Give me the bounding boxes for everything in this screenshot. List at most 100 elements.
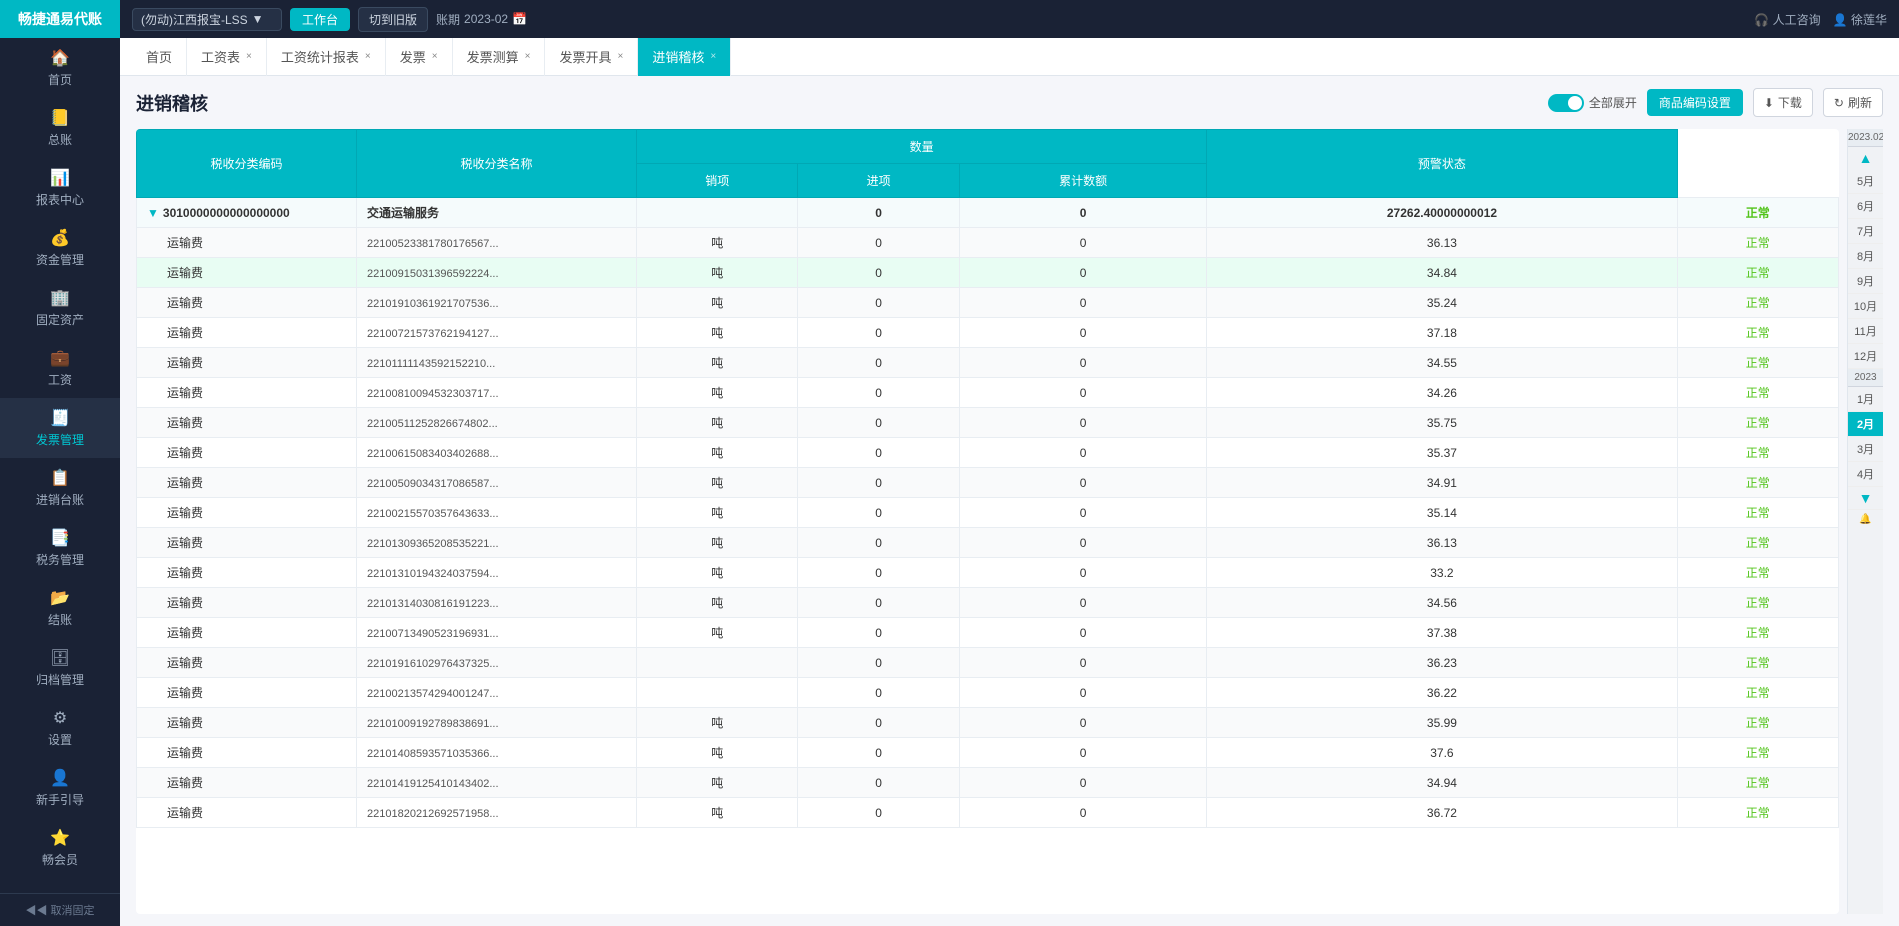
sidebar-item-settle[interactable]: 📂 结账: [0, 578, 120, 638]
table-row[interactable]: 运输费22101314030816191223...吨0034.56正常: [137, 588, 1839, 618]
sidebar-item-report[interactable]: 📊 报表中心: [0, 158, 120, 218]
cal-month-3[interactable]: 3月: [1848, 437, 1883, 462]
tab-invoice-check[interactable]: 发票测算 ×: [453, 38, 546, 76]
cal-up-nav[interactable]: ▲: [1848, 147, 1883, 169]
cal-month-8[interactable]: 8月: [1848, 244, 1883, 269]
cal-month-1[interactable]: 1月: [1848, 387, 1883, 412]
refresh-button[interactable]: ↻ 刷新: [1823, 88, 1883, 117]
table-row[interactable]: 运输费22101009192789838691...吨0035.99正常: [137, 708, 1839, 738]
cal-down-nav[interactable]: ▼: [1848, 487, 1883, 509]
cell-sales: 0: [798, 678, 959, 708]
table-row[interactable]: 运输费22101916102976437325...0036.23正常: [137, 648, 1839, 678]
tab-close-salary-table[interactable]: ×: [246, 51, 252, 62]
table-row[interactable]: 运输费22100509034317086587...吨0034.91正常: [137, 468, 1839, 498]
sidebar-unpin-button[interactable]: ◀◀ 取消固定: [0, 893, 120, 926]
sidebar-item-settings[interactable]: ⚙ 设置: [0, 698, 120, 758]
topbar-left: (勿动)江西报宝-LSS ▼ 工作台 切到旧版 账期 2023-02 📅: [132, 7, 527, 32]
sidebar-item-tax[interactable]: 📑 税务管理: [0, 518, 120, 578]
sidebar-item-label: 税务管理: [36, 551, 84, 568]
expand-toggle[interactable]: [1548, 94, 1584, 112]
workbench-button[interactable]: 工作台: [290, 8, 350, 31]
table-row[interactable]: 运输费22101820212692571958...吨0036.72正常: [137, 798, 1839, 828]
cell-sales: 0: [798, 438, 959, 468]
table-row[interactable]: 运输费22101419125410143402...吨0034.94正常: [137, 768, 1839, 798]
table-row[interactable]: 运输费22101910361921707536...吨0035.24正常: [137, 288, 1839, 318]
cell-unit: [637, 678, 798, 708]
cell-sales: 0: [798, 468, 959, 498]
cal-month-7[interactable]: 7月: [1848, 219, 1883, 244]
table-row[interactable]: 运输费22100615083403402688...吨0035.37正常: [137, 438, 1839, 468]
tab-close-invoice-mgr[interactable]: ×: [432, 51, 438, 62]
sidebar-item-guide[interactable]: 👤 新手引导: [0, 758, 120, 818]
cal-month-11[interactable]: 11月: [1848, 319, 1883, 344]
invoice-icon: 🧾: [50, 408, 70, 428]
cell-tax-name: 22101408593571035366...: [357, 738, 637, 768]
cell-tax-name: 22101910361921707536...: [357, 288, 637, 318]
cal-month-5[interactable]: 5月: [1848, 169, 1883, 194]
table-row[interactable]: 运输费22100511252826674802...吨0035.75正常: [137, 408, 1839, 438]
cell-tax-code: 运输费: [137, 378, 357, 408]
download-button[interactable]: ⬇ 下载: [1753, 88, 1813, 117]
company-selector[interactable]: (勿动)江西报宝-LSS ▼: [132, 8, 282, 31]
switch-version-button[interactable]: 切到旧版: [358, 7, 428, 32]
tab-invoice-mgr[interactable]: 发票 ×: [386, 38, 453, 76]
table-row[interactable]: 运输费22100810094532303717...吨0034.26正常: [137, 378, 1839, 408]
sidebar-item-fund[interactable]: 💰 资金管理: [0, 218, 120, 278]
table-row[interactable]: 运输费22100713490523196931...吨0037.38正常: [137, 618, 1839, 648]
commodity-settings-button[interactable]: 商品编码设置: [1647, 89, 1743, 116]
sidebar-item-archive[interactable]: 🗄 归档管理: [0, 638, 120, 698]
cell-cumulative: 35.24: [1207, 288, 1677, 318]
sidebar-item-home[interactable]: 🏠 首页: [0, 38, 120, 98]
tab-close-sales-check[interactable]: ×: [710, 51, 716, 62]
cell-cumulative: 37.6: [1207, 738, 1677, 768]
member-icon: ⭐: [50, 828, 70, 848]
sidebar-item-salary[interactable]: 💼 工资: [0, 338, 120, 398]
sidebar-item-member[interactable]: ⭐ 畅会员: [0, 818, 120, 878]
table-row[interactable]: 运输费22100915031396592224...吨0034.84正常: [137, 258, 1839, 288]
table-row[interactable]: 运输费22101309365208535221...吨0036.13正常: [137, 528, 1839, 558]
tab-home[interactable]: 首页: [132, 38, 187, 76]
cal-month-10[interactable]: 10月: [1848, 294, 1883, 319]
tab-sales-check-label: 进销稽核: [652, 47, 704, 66]
cal-month-4[interactable]: 4月: [1848, 462, 1883, 487]
expand-label: 全部展开: [1589, 94, 1637, 111]
user-info[interactable]: 👤 徐莲华: [1833, 11, 1887, 28]
tab-close-invoice-check[interactable]: ×: [525, 51, 531, 62]
table-row[interactable]: 运输费22101111143592152210...吨0034.55正常: [137, 348, 1839, 378]
table-row[interactable]: ▼3010000000000000000交通运输服务0027262.400000…: [137, 198, 1839, 228]
sidebar-item-label: 报表中心: [36, 191, 84, 208]
sidebar-item-sales[interactable]: 📋 进销台账: [0, 458, 120, 518]
app-logo: 畅捷通易代账: [0, 0, 120, 38]
cell-cumulative: 37.18: [1207, 318, 1677, 348]
table-row[interactable]: 运输费22100523381780176567...吨0036.13正常: [137, 228, 1839, 258]
sidebar-item-ledger[interactable]: 📒 总账: [0, 98, 120, 158]
topbar: (勿动)江西报宝-LSS ▼ 工作台 切到旧版 账期 2023-02 📅 🎧 人…: [120, 0, 1899, 38]
table-row[interactable]: 运输费22101408593571035366...吨0037.6正常: [137, 738, 1839, 768]
cal-month-2[interactable]: 2月: [1848, 412, 1883, 437]
sidebar-item-invoice[interactable]: 🧾 发票管理: [0, 398, 120, 458]
table-row[interactable]: 运输费22100215570357643633...吨0035.14正常: [137, 498, 1839, 528]
report-icon: 📊: [50, 168, 70, 188]
cal-month-9[interactable]: 9月: [1848, 269, 1883, 294]
table-row[interactable]: 运输费22100721573762194127...吨0037.18正常: [137, 318, 1839, 348]
tab-invoice-open[interactable]: 发票开具 ×: [545, 38, 638, 76]
cell-tax-code: 运输费: [137, 558, 357, 588]
tab-close-salary-stat[interactable]: ×: [365, 51, 371, 62]
support-button[interactable]: 🎧 人工咨询: [1754, 11, 1820, 28]
cell-sales: 0: [798, 648, 959, 678]
data-table: 税收分类编码 税收分类名称 数量 预警状态 销项 进项 累计数额 ▼301000…: [136, 129, 1839, 828]
company-label: (勿动)江西报宝-LSS: [141, 11, 248, 28]
tab-close-invoice-open[interactable]: ×: [617, 51, 623, 62]
calendar-icon[interactable]: 📅: [512, 12, 527, 26]
cal-month-12[interactable]: 12月: [1848, 344, 1883, 369]
tab-sales-check[interactable]: 进销稽核 ×: [638, 38, 731, 76]
sidebar-item-asset[interactable]: 🏢 固定资产: [0, 278, 120, 338]
cell-tax-name: 22101820212692571958...: [357, 798, 637, 828]
cal-month-6[interactable]: 6月: [1848, 194, 1883, 219]
table-row[interactable]: 运输费22101310194324037594...吨0033.2正常: [137, 558, 1839, 588]
cell-purchase: 0: [959, 528, 1206, 558]
tab-salary-table[interactable]: 工资表 ×: [187, 38, 267, 76]
cell-status: 正常: [1677, 288, 1838, 318]
tab-salary-stat[interactable]: 工资统计报表 ×: [267, 38, 386, 76]
table-row[interactable]: 运输费22100213574294001247...0036.22正常: [137, 678, 1839, 708]
